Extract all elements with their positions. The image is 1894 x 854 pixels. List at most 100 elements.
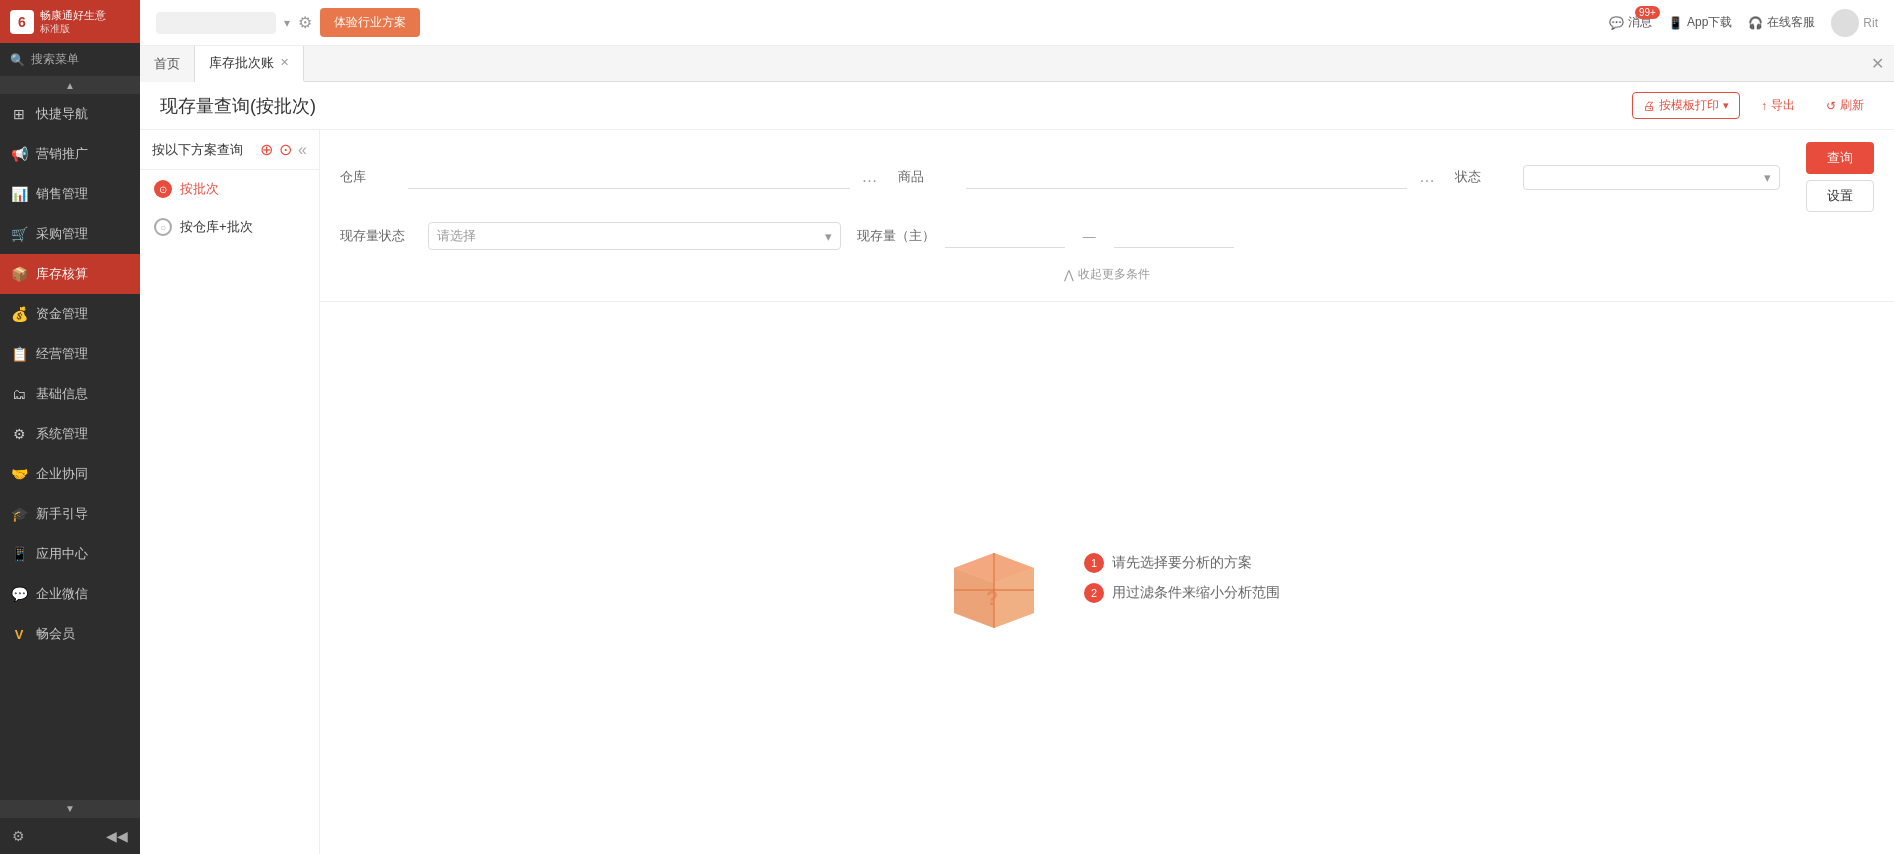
search-input[interactable]	[156, 12, 276, 34]
scheme-by-batch[interactable]: ⊙ 按批次	[140, 170, 319, 208]
sidebar-item-wechat[interactable]: 💬 企业微信	[0, 574, 140, 614]
step-1-text: 请先选择要分析的方案	[1112, 554, 1252, 572]
panel-close-icon[interactable]: ✕	[1871, 54, 1884, 73]
operations-icon: 📋	[10, 345, 28, 363]
goods-input[interactable]	[966, 165, 1408, 189]
export-label: 导出	[1771, 97, 1795, 114]
sidebar-scroll-down[interactable]: ▼	[0, 800, 140, 817]
sidebar-scroll-up[interactable]: ▲	[0, 77, 140, 94]
left-panel: 按以下方案查询 ⊕ ⊙ « ⊙ 按批次 ○ 按仓库+批次	[140, 130, 320, 854]
sidebar-item-finance[interactable]: 💰 资金管理	[0, 294, 140, 334]
wechat-icon: 💬	[10, 585, 28, 603]
settings-btn[interactable]: 设置	[1806, 180, 1874, 212]
sidebar-item-purchase[interactable]: 🛒 采购管理	[0, 214, 140, 254]
sidebar-item-cooperation[interactable]: 🤝 企业协同	[0, 454, 140, 494]
collapse-sidebar-icon[interactable]: ◀◀	[106, 828, 128, 844]
sidebar-item-member[interactable]: V 畅会员	[0, 614, 140, 654]
sidebar-item-basic-info[interactable]: 🗂 基础信息	[0, 374, 140, 414]
stock-qty-label: 现存量（主）	[857, 227, 937, 245]
scheme-by-batch-label: 按批次	[180, 180, 219, 198]
experience-btn[interactable]: 体验行业方案	[320, 8, 420, 37]
settings-icon[interactable]: ⚙	[12, 828, 25, 844]
sidebar-item-inventory[interactable]: 📦 库存核算	[0, 254, 140, 294]
warehouse-more-icon[interactable]: …	[858, 168, 882, 186]
user-avatar[interactable]: Rit	[1831, 9, 1878, 37]
sidebar-item-label: 畅会员	[36, 625, 75, 643]
stock-qty-from[interactable]	[945, 224, 1065, 248]
refresh-label: 刷新	[1840, 97, 1864, 114]
search-icon: 🔍	[10, 53, 25, 67]
messages-badge: 99+	[1635, 6, 1660, 19]
sidebar-footer: ⚙ ◀◀	[0, 817, 140, 854]
tab-close-icon[interactable]: ✕	[280, 56, 289, 69]
goods-more-icon[interactable]: …	[1415, 168, 1439, 186]
sidebar-item-app-center[interactable]: 📱 应用中心	[0, 534, 140, 574]
sidebar-item-operations[interactable]: 📋 经营管理	[0, 334, 140, 374]
filter-bar: 仓库 … 商品 … 状态 ▾	[320, 130, 1894, 302]
warehouse-field: 仓库 …	[340, 165, 882, 189]
message-icon: 💬	[1609, 16, 1624, 30]
left-panel-header: 按以下方案查询 ⊕ ⊙ «	[140, 130, 319, 170]
stock-qty-field: 现存量（主） —	[857, 224, 1358, 248]
brand-name: 畅康通好生意	[40, 8, 106, 22]
status-field: 状态 ▾	[1455, 165, 1780, 190]
tab-home[interactable]: 首页	[140, 46, 195, 82]
sidebar-item-guide[interactable]: 🎓 新手引导	[0, 494, 140, 534]
status-select[interactable]: ▾	[1523, 165, 1780, 190]
tabbar: 首页 库存批次账 ✕ ✕	[140, 46, 1894, 82]
warehouse-input[interactable]	[408, 165, 850, 189]
sidebar-item-label: 新手引导	[36, 505, 88, 523]
cooperation-icon: 🤝	[10, 465, 28, 483]
app-logo: 6	[10, 10, 34, 34]
page-title: 现存量查询(按批次)	[160, 94, 316, 118]
refresh-btn[interactable]: ↺ 刷新	[1816, 93, 1874, 118]
sidebar-nav: ⊞ 快捷导航 📢 营销推广 📊 销售管理 🛒 采购管理 📦 库存核算 💰 资金管…	[0, 94, 140, 800]
stock-qty-to[interactable]	[1114, 224, 1234, 248]
collapse-panel-icon[interactable]: «	[298, 141, 307, 159]
stock-status-select[interactable]: 请选择 ▾	[428, 222, 841, 250]
scheme-by-warehouse-batch[interactable]: ○ 按仓库+批次	[140, 208, 319, 246]
collapse-more-btn[interactable]: ⋀ 收起更多条件	[340, 260, 1874, 289]
add-scheme-icon[interactable]: ⊕	[260, 140, 273, 159]
sidebar-header: 6 畅康通好生意 标准版	[0, 0, 140, 43]
status-label: 状态	[1455, 168, 1515, 186]
sidebar-item-label: 库存核算	[36, 265, 88, 283]
query-btn[interactable]: 查询	[1806, 142, 1874, 174]
stock-qty-dash: —	[1073, 229, 1106, 244]
content-area: 按以下方案查询 ⊕ ⊙ « ⊙ 按批次 ○ 按仓库+批次	[140, 130, 1894, 854]
sidebar-item-label: 营销推广	[36, 145, 88, 163]
sidebar-item-quick-nav[interactable]: ⊞ 快捷导航	[0, 94, 140, 134]
quick-nav-icon: ⊞	[10, 105, 28, 123]
sidebar-item-marketing[interactable]: 📢 营销推广	[0, 134, 140, 174]
page-header: 现存量查询(按批次) 🖨 按模板打印 ▾ ↑ 导出 ↺ 刷新	[140, 82, 1894, 130]
filter-row-1: 仓库 … 商品 … 状态 ▾	[340, 142, 1874, 212]
messages-btn[interactable]: 💬 消息 99+	[1609, 14, 1652, 31]
online-service-btn[interactable]: 🎧 在线客服	[1748, 14, 1815, 31]
settings-scheme-icon[interactable]: ⊙	[279, 140, 292, 159]
sidebar-item-label: 企业协同	[36, 465, 88, 483]
finance-icon: 💰	[10, 305, 28, 323]
topbar-gear-icon[interactable]: ⚙	[298, 13, 312, 32]
collapse-label: 收起更多条件	[1078, 266, 1150, 283]
scheme-inactive-icon: ○	[154, 218, 172, 236]
sidebar-item-system[interactable]: ⚙ 系统管理	[0, 414, 140, 454]
export-btn[interactable]: ↑ 导出	[1750, 92, 1806, 119]
print-dropdown-icon[interactable]: ▾	[1723, 99, 1729, 112]
headset-icon: 🎧	[1748, 16, 1763, 30]
topbar: ▾ ⚙ 体验行业方案 💬 消息 99+ 📱 App下载 🎧 在线客服 Rit	[140, 0, 1894, 46]
sidebar: 6 畅康通好生意 标准版 🔍 搜索菜单 ▲ ⊞ 快捷导航 📢 营销推广 📊 销售…	[0, 0, 140, 854]
online-service-label: 在线客服	[1767, 14, 1815, 31]
scheme-active-icon: ⊙	[154, 180, 172, 198]
tab-inventory-batch-label: 库存批次账	[209, 54, 274, 72]
app-download-btn[interactable]: 📱 App下载	[1668, 14, 1732, 31]
sales-icon: 📊	[10, 185, 28, 203]
search-menu-item[interactable]: 🔍 搜索菜单	[0, 43, 140, 77]
topbar-left: ▾ ⚙ 体验行业方案	[156, 8, 1599, 37]
sidebar-item-sales[interactable]: 📊 销售管理	[0, 174, 140, 214]
print-label: 按模板打印	[1659, 97, 1719, 114]
print-btn[interactable]: 🖨 按模板打印 ▾	[1632, 92, 1740, 119]
dropdown-arrow-icon[interactable]: ▾	[284, 16, 290, 30]
tab-inventory-batch[interactable]: 库存批次账 ✕	[195, 46, 304, 82]
purchase-icon: 🛒	[10, 225, 28, 243]
empty-step-1: 1 请先选择要分析的方案	[1084, 553, 1280, 573]
